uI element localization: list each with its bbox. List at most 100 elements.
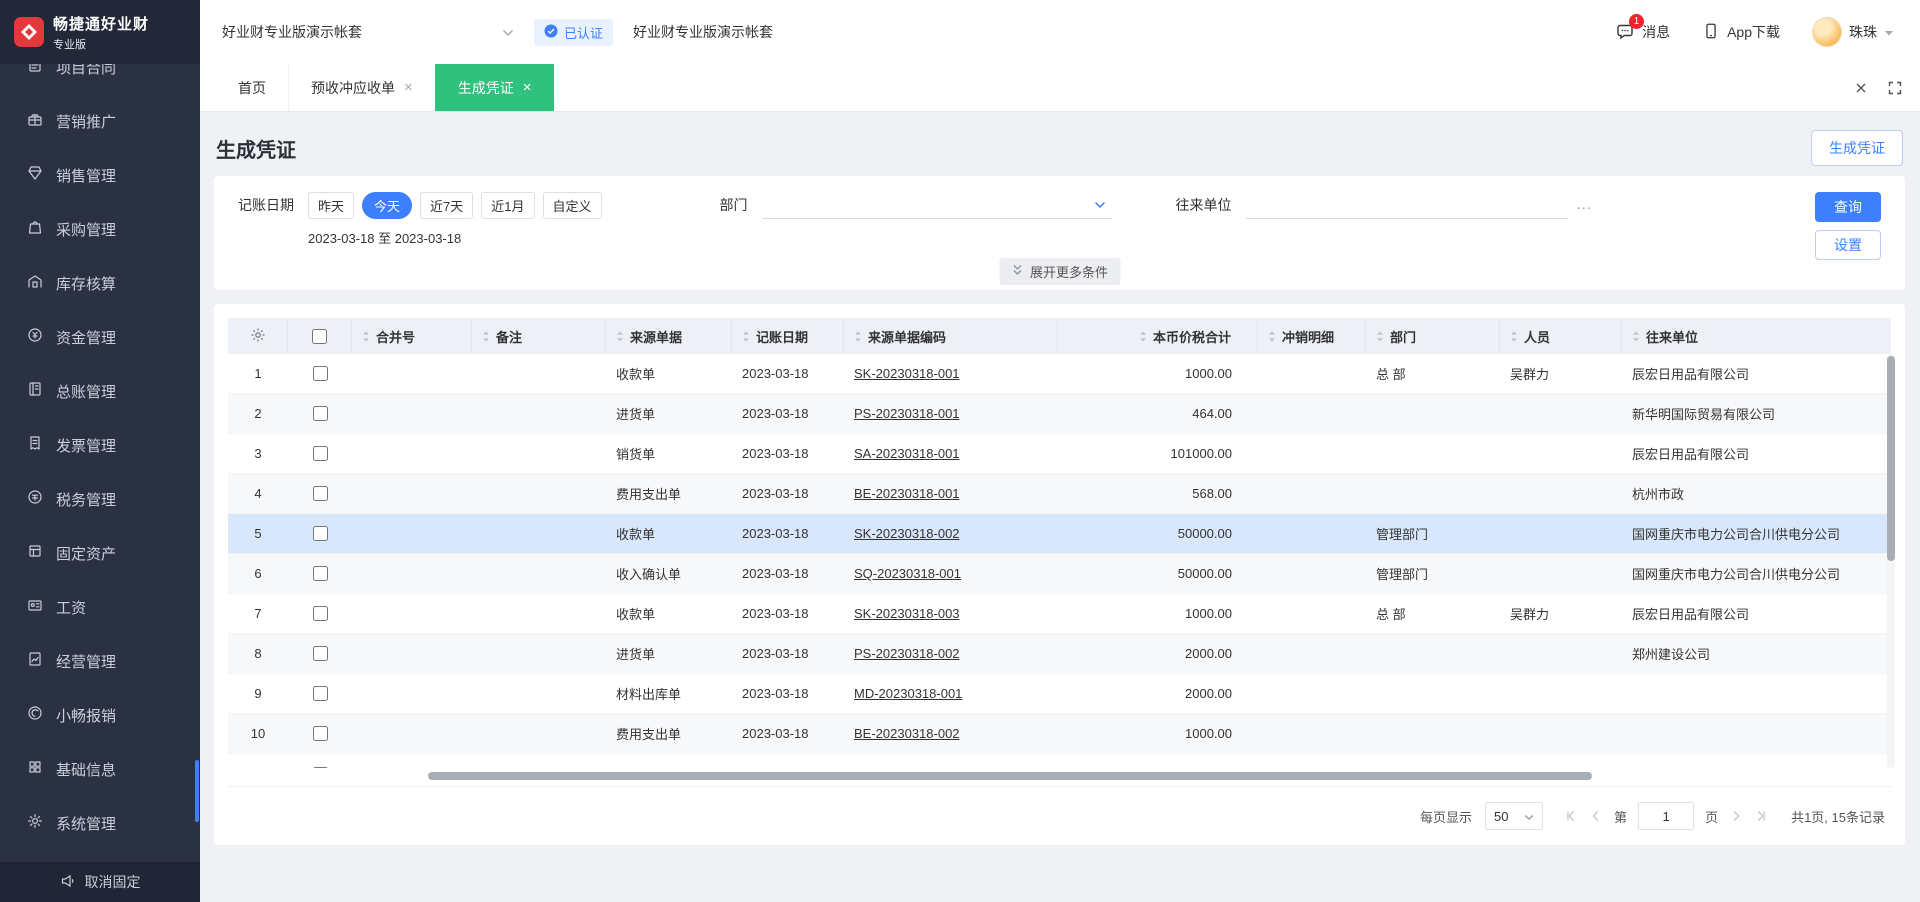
sidebar-scrollbar[interactable] [195,760,199,822]
vertical-scrollbar[interactable] [1887,354,1895,768]
column-header[interactable]: 人员 [1500,318,1622,354]
date-option[interactable]: 近1月 [481,192,535,219]
expand-more-button[interactable]: 展开更多条件 [998,258,1121,285]
column-header[interactable]: 记账日期 [732,318,844,354]
user-menu[interactable]: 珠珠 [1812,17,1894,47]
tab-close-icon[interactable]: × [404,80,413,95]
table-row[interactable]: 9 材料出库单 2023-03-18 MD-20230318-001 2000.00 [228,674,1891,714]
more-options-icon[interactable]: ... [1577,192,1593,218]
column-settings-button[interactable] [228,318,288,354]
partner-input[interactable] [1245,192,1568,219]
table-row[interactable]: 3 销货单 2023-03-18 SA-20230318-001 101000.00 辰宏… [228,434,1891,474]
generate-voucher-button[interactable]: 生成凭证 [1811,130,1903,166]
row-checkbox[interactable] [312,686,328,701]
sidebar-item[interactable]: 小畅报销 [0,688,200,742]
row-checkbox[interactable] [312,526,328,541]
table-row[interactable]: 10 费用支出单 2023-03-18 BE-20230318-002 1000.00 [228,714,1891,754]
per-page-select[interactable]: 50 [1485,802,1544,830]
table-row[interactable]: 1 收款单 2023-03-18 SK-20230318-001 1000.00 总 部 吴… [228,354,1891,394]
account-book-select[interactable]: 好业财专业版演示帐套 [222,22,514,42]
table-row[interactable]: 6 收入确认单 2023-03-18 SQ-20230318-001 50000.00 管… [228,554,1891,594]
sort-icon[interactable] [1268,330,1276,343]
vertical-scrollbar-thumb[interactable] [1887,356,1895,561]
source-doc-link[interactable]: PS-20230318-001 [854,406,960,421]
sidebar-item[interactable]: 营销推广 [0,94,200,148]
sort-icon[interactable] [1376,330,1384,343]
date-option[interactable]: 昨天 [308,192,355,219]
table-row[interactable]: 8 进货单 2023-03-18 PS-20230318-002 2000.00 郑州建设… [228,634,1891,674]
first-page-button[interactable] [1564,809,1578,823]
source-doc-link[interactable]: SA-20230318-001 [854,446,960,461]
sort-icon[interactable] [616,330,624,343]
column-header[interactable]: 本币价税合计 [1058,318,1258,354]
messages-button[interactable]: 1 消息 [1615,14,1670,42]
date-option[interactable]: 今天 [362,192,413,219]
date-option[interactable]: 自定义 [542,192,602,219]
sidebar-item[interactable]: 库存核算 [0,256,200,310]
source-doc-link[interactable]: PS-20230318-002 [854,646,960,661]
source-doc-link[interactable]: BE-20230318-002 [854,726,960,741]
row-checkbox[interactable] [312,646,328,661]
fullscreen-icon[interactable] [1888,81,1902,95]
sort-icon[interactable] [1139,330,1147,343]
row-checkbox[interactable] [312,766,328,768]
horizontal-scrollbar-thumb[interactable] [427,772,1592,780]
column-header[interactable]: 来源单据 [606,318,732,354]
app-download-button[interactable]: App下载 [1702,22,1780,43]
source-doc-link[interactable]: SK-20230318-003 [854,606,960,621]
prev-page-button[interactable] [1589,809,1603,823]
row-checkbox[interactable] [312,366,328,381]
sort-icon[interactable] [1510,330,1518,343]
table-row[interactable]: 7 收款单 2023-03-18 SK-20230318-003 1000.00 总 部 吴… [228,594,1891,634]
sidebar-item[interactable]: 总账管理 [0,364,200,418]
sidebar-item[interactable]: 销售管理 [0,148,200,202]
sort-icon[interactable] [742,330,750,343]
source-doc-link[interactable]: MD-20230318-001 [854,686,962,701]
column-header[interactable]: 备注 [472,318,606,354]
date-option[interactable]: 近7天 [420,192,474,219]
search-button[interactable]: 查询 [1815,192,1881,222]
sidebar-item[interactable]: 发票管理 [0,418,200,472]
next-page-button[interactable] [1729,809,1743,823]
row-checkbox[interactable] [312,566,328,581]
unpin-button[interactable]: 取消固定 [0,862,200,902]
tab[interactable]: 生成凭证 × [434,64,554,111]
sidebar-item[interactable]: 经营管理 [0,634,200,688]
row-checkbox[interactable] [312,486,328,501]
settings-button[interactable]: 设置 [1815,230,1881,260]
row-checkbox[interactable] [312,606,328,621]
row-checkbox[interactable] [312,726,328,741]
column-header[interactable]: 冲销明细 [1258,318,1366,354]
source-doc-link[interactable]: SK-20230318-001 [854,366,960,381]
sort-icon[interactable] [854,330,862,343]
source-doc-link[interactable]: SQ-20230318-001 [854,566,961,581]
column-header[interactable]: 部门 [1366,318,1500,354]
table-row[interactable]: 5 收款单 2023-03-18 SK-20230318-002 50000.00 管理部… [228,514,1891,554]
row-checkbox[interactable] [312,446,328,461]
sidebar-item[interactable]: 采购管理 [0,202,200,256]
sidebar-item[interactable]: 固定资产 [0,526,200,580]
select-all-checkbox[interactable] [312,328,327,344]
sort-icon[interactable] [1632,330,1640,343]
sidebar-item[interactable]: 税务管理 [0,472,200,526]
source-doc-link[interactable]: BE-20230318-001 [854,486,960,501]
column-header[interactable]: 往来单位 [1622,318,1891,354]
row-checkbox[interactable] [312,406,328,421]
sort-icon[interactable] [362,330,370,343]
tab[interactable]: 首页 [216,64,288,111]
column-header[interactable]: 来源单据编码 [844,318,1058,354]
sidebar-item[interactable]: 系统管理 [0,796,200,850]
department-select[interactable] [761,192,1112,219]
horizontal-scrollbar[interactable] [228,772,1891,787]
date-range-text[interactable]: 2023-03-18 至 2023-03-18 [308,228,602,247]
sidebar-item[interactable]: 资金管理 [0,310,200,364]
column-header[interactable]: 合并号 [352,318,472,354]
sidebar-item[interactable]: 工资 [0,580,200,634]
last-page-button[interactable] [1754,809,1768,823]
table-row[interactable]: 4 费用支出单 2023-03-18 BE-20230318-001 568.00 杭州市… [228,474,1891,514]
page-input[interactable] [1638,802,1695,830]
tab-close-icon[interactable]: × [523,80,532,95]
tab[interactable]: 预收冲应收单 × [288,64,435,111]
sort-icon[interactable] [482,330,490,343]
source-doc-link[interactable]: SK-20230318-002 [854,526,960,541]
